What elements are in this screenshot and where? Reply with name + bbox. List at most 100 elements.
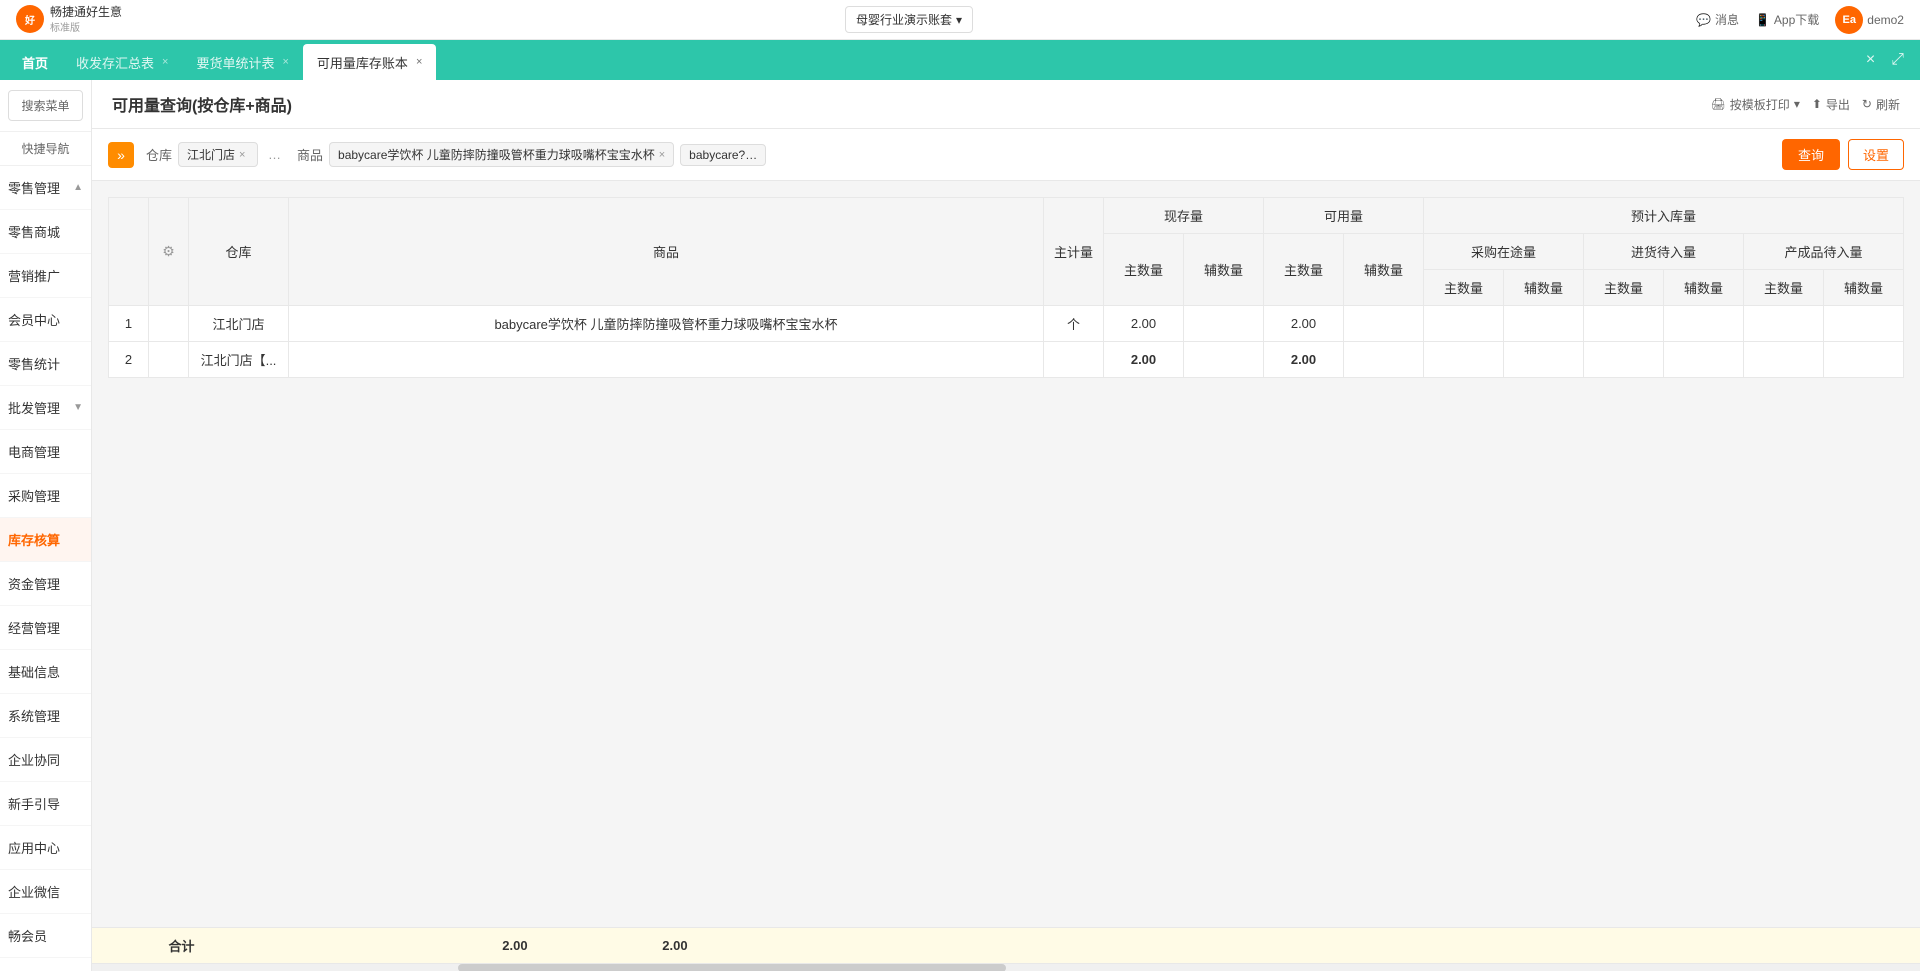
sidebar-item-purchase[interactable]: 采购管理 [0,474,91,518]
th-settings[interactable]: ⚙ [149,198,189,306]
sidebar-item-retail-stats[interactable]: 零售统计 [0,342,91,386]
cell-unit: 个 [1043,306,1103,342]
sidebar-item-operations[interactable]: 经营管理 [0,606,91,650]
app-download-label: App下载 [1774,11,1819,28]
print-template-button[interactable]: 🖨 按模板打印 ▾ [1711,96,1800,113]
sidebar-item-ecommerce[interactable]: 电商管理 [0,430,91,474]
nav-tabs: 首页 收发存汇总表 × 要货单统计表 × 可用量库存账本 × × ⤢ [0,40,1920,80]
refresh-button[interactable]: ↻ 刷新 [1862,96,1900,113]
product-tag1[interactable]: babycare学饮杯 儿童防摔防撞吸管杯重力球吸嘴杯宝宝水杯 × [329,142,674,167]
sidebar-wechat-work-label: 企业微信 [8,882,60,901]
search-menu-button[interactable]: 搜索菜单 [8,90,83,121]
logo-sub-text: 标准版 [50,19,122,34]
scrollbar-thumb[interactable] [458,964,1006,971]
cell-settings [149,342,189,378]
message-button[interactable]: 💬 消息 [1696,11,1739,28]
top-bar-right: 💬 消息 📱 App下载 Ea demo2 [1696,6,1904,34]
product-filter-field: 商品 babycare学饮杯 儿童防摔防撞吸管杯重力球吸嘴杯宝宝水杯 × bab… [297,142,766,167]
avatar-text: Ea [1843,14,1856,26]
sidebar-item-enterprise[interactable]: 企业协同 [0,738,91,782]
th-arrivals-sub: 进货待入量 [1584,234,1744,270]
sidebar-item-wholesale[interactable]: 批发管理 ▼ [0,386,91,430]
chevron-icon: ▲ [73,182,83,193]
cell-available-main: 2.00 [1264,306,1344,342]
sidebar-item-retail-shop[interactable]: 零售商城 [0,210,91,254]
product-tag2[interactable]: babycare?… [680,144,766,166]
cell-products-aux [1824,306,1904,342]
cell-product: babycare学饮杯 儿童防摔防撞吸管杯重力球吸嘴杯宝宝水杯 [289,306,1044,342]
sidebar-item-member2[interactable]: 畅会员 [0,914,91,958]
sidebar-item-marketing[interactable]: 营销推广 [0,254,91,298]
cell-arrivals-aux [1664,306,1744,342]
warehouse-filter-label: 仓库 [146,145,172,164]
sidebar-retail-shop-label: 零售商城 [8,222,60,241]
close-order-stats-icon[interactable]: × [282,56,288,68]
horizontal-scrollbar[interactable] [92,963,1920,971]
filter-toggle-button[interactable]: » [108,142,134,168]
product-tag1-close-icon[interactable]: × [659,149,665,161]
sidebar-item-system[interactable]: 系统管理 [0,694,91,738]
tab-order-stats[interactable]: 要货单统计表 × [182,44,302,80]
warehouse-tag-close-icon[interactable]: × [239,149,245,161]
settings-col-icon: ⚙ [162,243,175,259]
cell-available-aux [1344,306,1424,342]
th-stock-aux: 辅数量 [1184,234,1264,306]
sidebar-item-wechat-work[interactable]: 企业微信 [0,870,91,914]
product-tag2-value: babycare?… [689,148,757,162]
sidebar-item-newbie[interactable]: 新手引导 [0,782,91,826]
cell-product [289,342,1044,378]
table-footer: 合计 2.00 2.00 [92,927,1920,963]
th-products-aux: 辅数量 [1824,270,1904,306]
sidebar-item-basic[interactable]: 基础信息 [0,650,91,694]
sidebar-item-finance[interactable]: 资金管理 [0,562,91,606]
query-button[interactable]: 查询 [1782,139,1840,170]
page-header: 可用量查询(按仓库+商品) 🖨 按模板打印 ▾ ⬆ 导出 ↻ 刷新 [92,80,1920,129]
cell-index: 1 [109,306,149,342]
cell-settings [149,306,189,342]
sidebar: 搜索菜单 快捷导航 零售管理 ▲ 零售商城 营销推广 会员中心 零售统计 批发管… [0,80,92,971]
sidebar-enterprise-label: 企业协同 [8,750,60,769]
th-incoming-group: 预计入库量 [1424,198,1904,234]
cell-stock-main: 2.00 [1104,342,1184,378]
sidebar-purchase-label: 采购管理 [8,486,60,505]
data-table: ⚙ 仓库 商品 主计量 现存量 可用量 预计入库量 主数量 辅数量 主数量 辅数… [108,197,1904,378]
th-arrivals-aux: 辅数量 [1664,270,1744,306]
page-title: 可用量查询(按仓库+商品) [112,92,292,116]
maximize-button[interactable]: ⤢ [1887,47,1908,73]
app-download-button[interactable]: 📱 App下载 [1755,11,1819,28]
sidebar-item-member[interactable]: 会员中心 [0,298,91,342]
cell-purchase-aux [1504,306,1584,342]
cell-unit [1043,342,1103,378]
tab-available-stock[interactable]: 可用量库存账本 × [303,44,436,80]
tab-receive-pay[interactable]: 收发存汇总表 × [62,44,182,80]
quick-nav-button[interactable]: 快捷导航 [0,132,91,166]
close-receive-pay-icon[interactable]: × [162,56,168,68]
th-arrivals-main: 主数量 [1584,270,1664,306]
sidebar-item-inventory[interactable]: 库存核算 [0,518,91,562]
sidebar-app-center-label: 应用中心 [8,838,60,857]
nav-tab-end: × ⤢ [1862,40,1912,80]
export-button[interactable]: ⬆ 导出 [1812,96,1850,113]
warehouse-tag-value: 江北门店 [187,146,235,163]
product-filter-label: 商品 [297,145,323,164]
th-stock-group: 现存量 [1104,198,1264,234]
industry-select[interactable]: 母婴行业演示账套 ▾ [845,6,973,33]
tab-home[interactable]: 首页 [8,44,62,80]
th-products-main: 主数量 [1744,270,1824,306]
close-all-tabs-button[interactable]: × [1862,47,1879,73]
sidebar-wholesale-label: 批发管理 [8,398,60,417]
settings-button[interactable]: 设置 [1848,139,1904,170]
user-area[interactable]: Ea demo2 [1835,6,1904,34]
cell-warehouse: 江北门店【... [189,342,289,378]
warehouse-tag[interactable]: 江北门店 × [178,142,258,167]
sidebar-item-retail[interactable]: 零售管理 ▲ [0,166,91,210]
th-stock-main: 主数量 [1104,234,1184,306]
warehouse-more-button[interactable]: … [264,147,285,162]
sidebar-search-area: 搜索菜单 [0,80,91,132]
sidebar-item-app-center[interactable]: 应用中心 [0,826,91,870]
close-available-stock-icon[interactable]: × [416,56,422,68]
product-tag1-value: babycare学饮杯 儿童防摔防撞吸管杯重力球吸嘴杯宝宝水杯 [338,146,655,163]
order-stats-label: 要货单统计表 [196,53,274,72]
cell-available-main: 2.00 [1264,342,1344,378]
receive-pay-label: 收发存汇总表 [76,53,154,72]
